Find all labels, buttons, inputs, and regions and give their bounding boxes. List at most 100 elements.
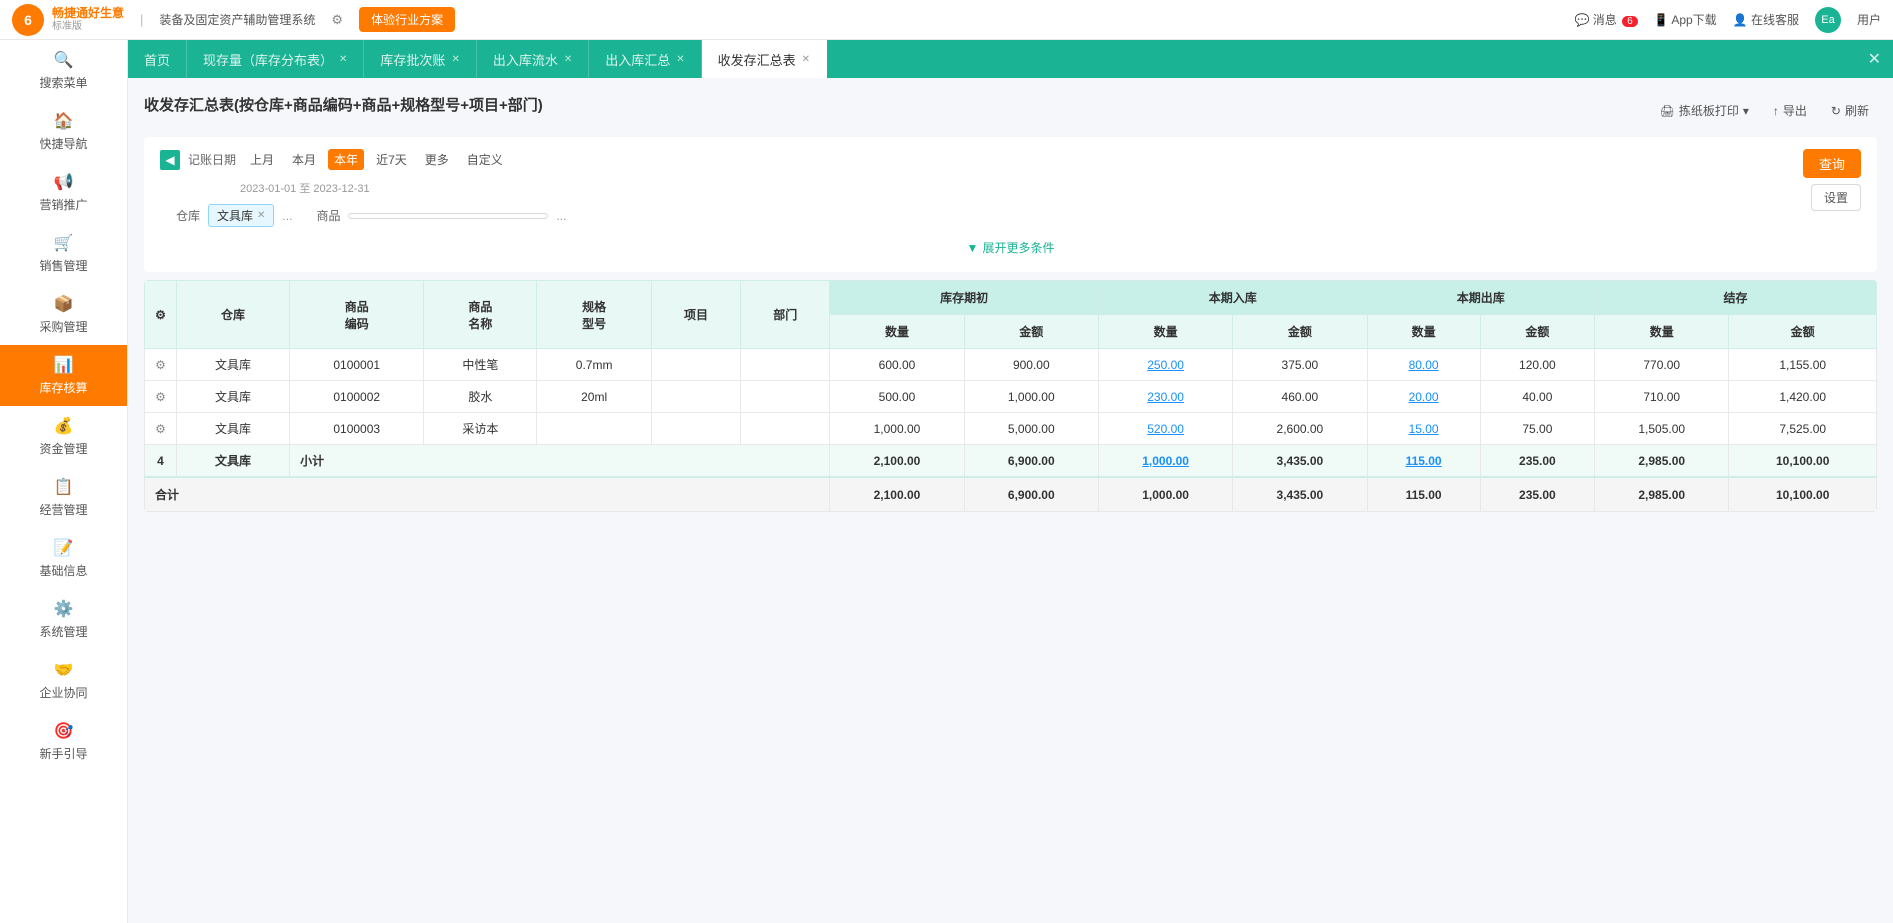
sidebar-item-finance[interactable]: 💰 资金管理	[0, 406, 127, 467]
date-btn-7days[interactable]: 近7天	[370, 149, 413, 170]
col-settings: ⚙	[145, 281, 177, 349]
goods-label: 商品	[316, 207, 340, 224]
row-gear-icon[interactable]: ⚙	[155, 422, 166, 436]
row-bal-amt: 1,420.00	[1729, 381, 1877, 413]
sidebar-item-marketing[interactable]: 📢 营销推广	[0, 162, 127, 223]
top-bar: 6 畅捷通好生意 标准版 | 装备及固定资产辅助管理系统 ⚙ 体验行业方案 💬 …	[0, 0, 1893, 40]
sidebar-item-inventory[interactable]: 📊 库存核算	[0, 345, 127, 406]
subtotal-row: 4 文具库 小计 2,100.00 6,900.00 1,000.00 3,43…	[145, 445, 1877, 478]
row-in-qty[interactable]: 520.00	[1098, 413, 1232, 445]
page-header-row: 收发存汇总表(按仓库+商品编码+商品+规格型号+项目+部门) 🖨 拣纸板打印 ▾…	[144, 94, 1877, 127]
date-btn-this-year[interactable]: 本年	[328, 149, 364, 170]
row-open-amt: 1,000.00	[964, 381, 1098, 413]
sidebar-item-quick[interactable]: 🏠 快捷导航	[0, 101, 127, 162]
edition-label: 标准版	[52, 21, 124, 33]
col-bal-qty: 数量	[1595, 315, 1729, 349]
row-in-qty[interactable]: 250.00	[1098, 349, 1232, 381]
sidebar-item-label: 新手引导	[39, 745, 87, 762]
date-label: 记账日期	[188, 151, 236, 168]
app-download-btn[interactable]: 📱 App下载	[1654, 11, 1717, 28]
row-out-qty[interactable]: 20.00	[1367, 381, 1480, 413]
row-warehouse: 文具库	[177, 413, 290, 445]
row-out-qty[interactable]: 80.00	[1367, 349, 1480, 381]
tab-inout-flow[interactable]: 出入库流水 ✕	[477, 40, 589, 78]
query-button[interactable]: 查询	[1803, 149, 1861, 178]
gear-icon[interactable]: ⚙	[331, 12, 343, 28]
sales-icon: 🛒	[54, 233, 74, 253]
sidebar-item-purchase[interactable]: 📦 采购管理	[0, 284, 127, 345]
tab-recv-summary[interactable]: 收发存汇总表 ✕	[702, 40, 827, 78]
goods-more-btn[interactable]: ...	[556, 209, 566, 223]
goods-filter-input[interactable]	[348, 213, 548, 219]
sidebar-item-system[interactable]: ⚙️ 系统管理	[0, 589, 127, 650]
tab-home[interactable]: 首页	[128, 40, 187, 78]
sidebar-item-label: 快捷导航	[39, 135, 87, 152]
refresh-button[interactable]: ↻ 刷新	[1823, 98, 1877, 123]
warehouse-label: 仓库	[176, 207, 200, 224]
table-settings-icon[interactable]: ⚙	[155, 308, 166, 322]
tab-batch[interactable]: 库存批次账 ✕	[364, 40, 476, 78]
sidebar-item-search[interactable]: 🔍 搜索菜单	[0, 40, 127, 101]
col-goods-name-header: 商品名称	[424, 281, 537, 349]
data-table-container: ⚙ 仓库 商品编码 商品名称 规格型号 项目 部门 库存期初 本期入库	[144, 280, 1877, 512]
page-title: 收发存汇总表(按仓库+商品编码+商品+规格型号+项目+部门)	[144, 94, 543, 115]
subtotal-out-amt: 235.00	[1480, 445, 1594, 478]
tab-close-icon[interactable]: ✕	[564, 54, 572, 65]
date-btn-this-month[interactable]: 本月	[286, 149, 322, 170]
trial-button[interactable]: 体验行业方案	[359, 7, 455, 32]
chevron-down-icon: ▾	[1743, 104, 1749, 118]
date-filter-group: 上月 本月 本年 近7天 更多 自定义	[244, 149, 509, 170]
collab-icon: 🤝	[54, 660, 74, 680]
row-in-amt: 2,600.00	[1233, 413, 1367, 445]
subtotal-bal-qty: 2,985.00	[1595, 445, 1729, 478]
warehouse-filter-tag[interactable]: 文具库 ✕	[208, 204, 274, 227]
sidebar-item-label: 资金管理	[39, 440, 87, 457]
tab-close-active-icon[interactable]: ✕	[802, 54, 810, 65]
row-out-qty[interactable]: 15.00	[1367, 413, 1480, 445]
row-gear-icon[interactable]: ⚙	[155, 390, 166, 404]
message-btn[interactable]: 💬 消息 6	[1575, 11, 1638, 28]
sidebar-item-operations[interactable]: 📋 经营管理	[0, 467, 127, 528]
warehouse-more-btn[interactable]: ...	[282, 209, 292, 223]
row-gear-icon[interactable]: ⚙	[155, 358, 166, 372]
tab-close-icon[interactable]: ✕	[339, 54, 347, 65]
settings-button[interactable]: 设置	[1811, 184, 1861, 211]
close-all-tabs-button[interactable]: ✕	[1856, 49, 1893, 69]
sidebar-item-guide[interactable]: 🎯 新手引导	[0, 711, 127, 772]
total-bal-qty: 2,985.00	[1595, 477, 1729, 512]
collapse-filter-button[interactable]: ◀	[160, 150, 180, 170]
app-logo: 6	[12, 4, 44, 36]
tab-inout-summary[interactable]: 出入库汇总 ✕	[589, 40, 701, 78]
system-icon: ⚙️	[54, 599, 74, 619]
warehouse-tag-remove[interactable]: ✕	[257, 210, 265, 221]
date-btn-more[interactable]: 更多	[419, 149, 455, 170]
row-in-qty[interactable]: 230.00	[1098, 381, 1232, 413]
row-open-qty: 600.00	[830, 349, 964, 381]
filter-left: ◀ 记账日期 上月 本月 本年 近7天 更多 自定义	[160, 149, 1141, 227]
sidebar-item-collab[interactable]: 🤝 企业协同	[0, 650, 127, 711]
date-btn-custom[interactable]: 自定义	[461, 149, 509, 170]
basic-icon: 📝	[54, 538, 74, 558]
expand-filter-button[interactable]: ▼ 展开更多条件	[959, 235, 1063, 260]
tab-inventory-dist[interactable]: 现存量（库存分布表） ✕	[187, 40, 364, 78]
col-group-inbound: 本期入库	[1098, 281, 1367, 315]
tab-close-icon[interactable]: ✕	[676, 54, 684, 65]
user-avatar[interactable]: Ea	[1815, 7, 1841, 33]
date-btn-last-month[interactable]: 上月	[244, 149, 280, 170]
subtotal-open-qty: 2,100.00	[830, 445, 964, 478]
print-button[interactable]: 🖨 拣纸板打印 ▾	[1652, 98, 1757, 123]
total-out-amt: 235.00	[1480, 477, 1594, 512]
online-service-btn[interactable]: 👤 在线客服	[1733, 11, 1799, 28]
tab-close-icon[interactable]: ✕	[451, 54, 459, 65]
sidebar-item-sales[interactable]: 🛒 销售管理	[0, 223, 127, 284]
col-out-amt: 金额	[1480, 315, 1594, 349]
user-label[interactable]: 用户	[1857, 11, 1881, 28]
marketing-icon: 📢	[54, 172, 74, 192]
row-goods-name: 采访本	[424, 413, 537, 445]
expand-icon: ▼	[967, 241, 979, 255]
row-project	[651, 381, 740, 413]
data-table: ⚙ 仓库 商品编码 商品名称 规格型号 项目 部门 库存期初 本期入库	[144, 280, 1877, 512]
export-button[interactable]: ↑ 导出	[1765, 98, 1815, 123]
print-icon: 🖨	[1660, 104, 1675, 118]
sidebar-item-basic[interactable]: 📝 基础信息	[0, 528, 127, 589]
